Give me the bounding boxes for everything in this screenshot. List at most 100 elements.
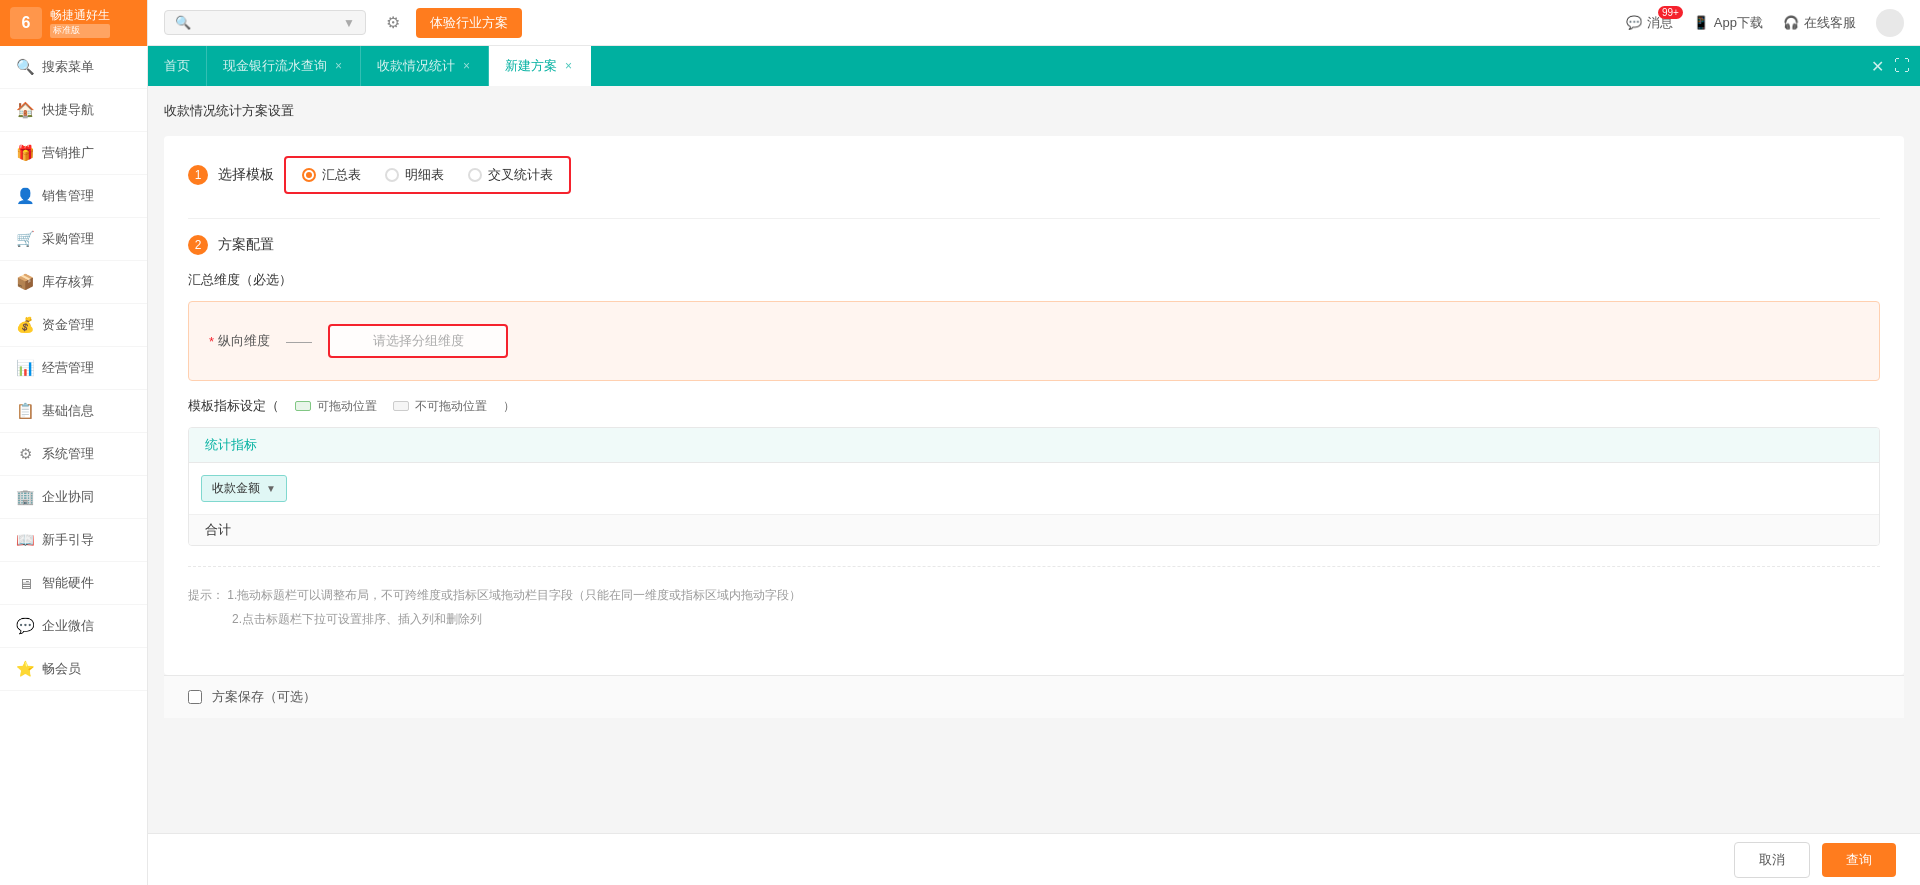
template-options: 汇总表 明细表 交叉统计表 bbox=[284, 156, 571, 194]
step1-header: 1 选择模板 汇总表 明细表 bbox=[188, 156, 1880, 194]
clipboard-icon: 📋 bbox=[16, 402, 34, 420]
tab-new-plan-close[interactable]: × bbox=[563, 59, 574, 73]
sidebar-item-basic[interactable]: 📋 基础信息 bbox=[0, 390, 147, 433]
topbar: 🔍 ▼ ⚙ 体验行业方案 💬 消息 99+ 📱 App下载 🎧 在线客服 bbox=[148, 0, 1920, 46]
radio-cross-input[interactable] bbox=[468, 168, 482, 182]
sidebar-item-label: 基础信息 bbox=[42, 402, 94, 420]
tab-new-plan[interactable]: 新建方案 × bbox=[489, 46, 591, 86]
tab-receipt[interactable]: 收款情况统计 × bbox=[361, 46, 489, 86]
tab-home[interactable]: 首页 bbox=[148, 46, 207, 86]
settings-icon[interactable]: ⚙ bbox=[386, 13, 400, 32]
tips-section: 提示： 1.拖动标题栏可以调整布局，不可跨维度或指标区域拖动栏目字段（只能在同一… bbox=[188, 566, 1880, 631]
tabbar: 首页 现金银行流水查询 × 收款情况统计 × 新建方案 × ✕ ⛶ bbox=[148, 46, 1920, 86]
metrics-legend: 可拖动位置 不可拖动位置 ） bbox=[295, 398, 515, 415]
sidebar: 6 畅捷通好生 标准版 🔍 搜索菜单 🏠 快捷导航 🎁 营销推广 👤 销售管理 … bbox=[0, 0, 148, 885]
metrics-category-header: 统计指标 bbox=[189, 428, 1879, 463]
money-icon: 💰 bbox=[16, 316, 34, 334]
radio-detail-input[interactable] bbox=[385, 168, 399, 182]
window-maximize-icon[interactable]: ⛶ bbox=[1894, 57, 1910, 75]
sidebar-item-marketing[interactable]: 🎁 营销推广 bbox=[0, 132, 147, 175]
gear-icon: ⚙ bbox=[16, 445, 34, 463]
metrics-header: 模板指标设定（ 可拖动位置 不可拖动位置 bbox=[188, 397, 1880, 415]
sidebar-item-operations[interactable]: 📊 经营管理 bbox=[0, 347, 147, 390]
radio-detail[interactable]: 明细表 bbox=[385, 166, 444, 184]
step1-title: 选择模板 bbox=[218, 166, 274, 184]
page-title: 收款情况统计方案设置 bbox=[164, 102, 1904, 120]
sidebar-item-wechat[interactable]: 💬 企业微信 bbox=[0, 605, 147, 648]
book-icon: 📖 bbox=[16, 531, 34, 549]
download-icon: 📱 bbox=[1693, 15, 1709, 30]
search-input[interactable] bbox=[197, 16, 337, 30]
content-area: 收款情况统计方案设置 1 选择模板 汇总表 bbox=[148, 86, 1920, 885]
sidebar-item-label: 经营管理 bbox=[42, 359, 94, 377]
user-profile[interactable] bbox=[1876, 9, 1904, 37]
metrics-chip-amount[interactable]: 收款金额 ▼ bbox=[201, 475, 287, 502]
dimension-section: 汇总维度（必选） * 纵向维度 —— 请选择分组维度 bbox=[188, 271, 1880, 381]
service-label: 在线客服 bbox=[1804, 14, 1856, 32]
sidebar-item-inventory[interactable]: 📦 库存核算 bbox=[0, 261, 147, 304]
metrics-title: 模板指标设定（ bbox=[188, 397, 279, 415]
metrics-sub-total: 合计 bbox=[189, 514, 1879, 545]
cart-icon: 🛒 bbox=[16, 230, 34, 248]
radio-summary-input[interactable] bbox=[302, 168, 316, 182]
save-checkbox[interactable] bbox=[188, 690, 202, 704]
main-area: 🔍 ▼ ⚙ 体验行业方案 💬 消息 99+ 📱 App下载 🎧 在线客服 bbox=[148, 0, 1920, 885]
radio-cross-label: 交叉统计表 bbox=[488, 166, 553, 184]
sidebar-item-sales[interactable]: 👤 销售管理 bbox=[0, 175, 147, 218]
dimension-placeholder[interactable]: 请选择分组维度 bbox=[328, 324, 508, 358]
config-card: 1 选择模板 汇总表 明细表 bbox=[164, 136, 1904, 675]
sidebar-item-label: 资金管理 bbox=[42, 316, 94, 334]
sidebar-item-label: 系统管理 bbox=[42, 445, 94, 463]
monitor-icon: 🖥 bbox=[16, 574, 34, 592]
gift-icon: 🎁 bbox=[16, 144, 34, 162]
page-wrapper: 收款情况统计方案设置 1 选择模板 汇总表 bbox=[148, 86, 1920, 833]
messages-badge: 99+ bbox=[1658, 6, 1683, 19]
radio-cross[interactable]: 交叉统计表 bbox=[468, 166, 553, 184]
metrics-section: 模板指标设定（ 可拖动位置 不可拖动位置 bbox=[188, 397, 1880, 546]
sidebar-item-hardware[interactable]: 🖥 智能硬件 bbox=[0, 562, 147, 605]
sidebar-item-system[interactable]: ⚙ 系统管理 bbox=[0, 433, 147, 476]
nodrag-indicator bbox=[393, 401, 409, 411]
dimension-required-mark: * 纵向维度 bbox=[209, 332, 270, 350]
radio-detail-label: 明细表 bbox=[405, 166, 444, 184]
message-icon: 💬 bbox=[1626, 15, 1642, 30]
metrics-table-area: 统计指标 收款金额 ▼ 合计 bbox=[188, 427, 1880, 546]
tabbar-actions: ✕ ⛶ bbox=[1861, 46, 1920, 86]
sidebar-item-label: 销售管理 bbox=[42, 187, 94, 205]
tip-2: 2.点击标题栏下拉可设置排序、插入列和删除列 bbox=[188, 607, 1880, 631]
dimension-area: * 纵向维度 —— 请选择分组维度 bbox=[188, 301, 1880, 381]
query-button[interactable]: 查询 bbox=[1822, 843, 1896, 877]
sidebar-item-guide[interactable]: 📖 新手引导 bbox=[0, 519, 147, 562]
arrow-right-icon: —— bbox=[286, 334, 312, 349]
step2-title: 方案配置 bbox=[218, 236, 274, 254]
chat-icon: 💬 bbox=[16, 617, 34, 635]
legend-nodrag: 不可拖动位置 bbox=[393, 398, 487, 415]
logo: 6 畅捷通好生 标准版 bbox=[0, 0, 147, 46]
star-icon: ⭐ bbox=[16, 660, 34, 678]
building-icon: 🏢 bbox=[16, 488, 34, 506]
dimension-title: 汇总维度（必选） bbox=[188, 271, 1880, 289]
tab-bank-label: 现金银行流水查询 bbox=[223, 57, 327, 75]
metrics-chips-row: 收款金额 ▼ bbox=[189, 463, 1879, 514]
tab-receipt-close[interactable]: × bbox=[461, 59, 472, 73]
trial-button[interactable]: 体验行业方案 bbox=[416, 8, 522, 38]
radio-summary[interactable]: 汇总表 bbox=[302, 166, 361, 184]
cancel-button[interactable]: 取消 bbox=[1734, 842, 1810, 878]
sidebar-item-finance[interactable]: 💰 资金管理 bbox=[0, 304, 147, 347]
sidebar-item-member[interactable]: ⭐ 畅会员 bbox=[0, 648, 147, 691]
box-icon: 📦 bbox=[16, 273, 34, 291]
tab-bank-close[interactable]: × bbox=[333, 59, 344, 73]
sidebar-item-quick[interactable]: 🏠 快捷导航 bbox=[0, 89, 147, 132]
sidebar-item-purchase[interactable]: 🛒 采购管理 bbox=[0, 218, 147, 261]
messages-button[interactable]: 💬 消息 99+ bbox=[1626, 14, 1673, 32]
sidebar-item-search[interactable]: 🔍 搜索菜单 bbox=[0, 46, 147, 89]
chevron-down-icon[interactable]: ▼ bbox=[343, 16, 355, 30]
tab-bank[interactable]: 现金银行流水查询 × bbox=[207, 46, 361, 86]
window-close-icon[interactable]: ✕ bbox=[1871, 57, 1884, 76]
service-button[interactable]: 🎧 在线客服 bbox=[1783, 14, 1856, 32]
step1-num: 1 bbox=[188, 165, 208, 185]
sidebar-item-enterprise[interactable]: 🏢 企业协同 bbox=[0, 476, 147, 519]
download-button[interactable]: 📱 App下载 bbox=[1693, 14, 1763, 32]
topbar-search-box[interactable]: 🔍 ▼ bbox=[164, 10, 366, 35]
search-icon: 🔍 bbox=[16, 58, 34, 76]
